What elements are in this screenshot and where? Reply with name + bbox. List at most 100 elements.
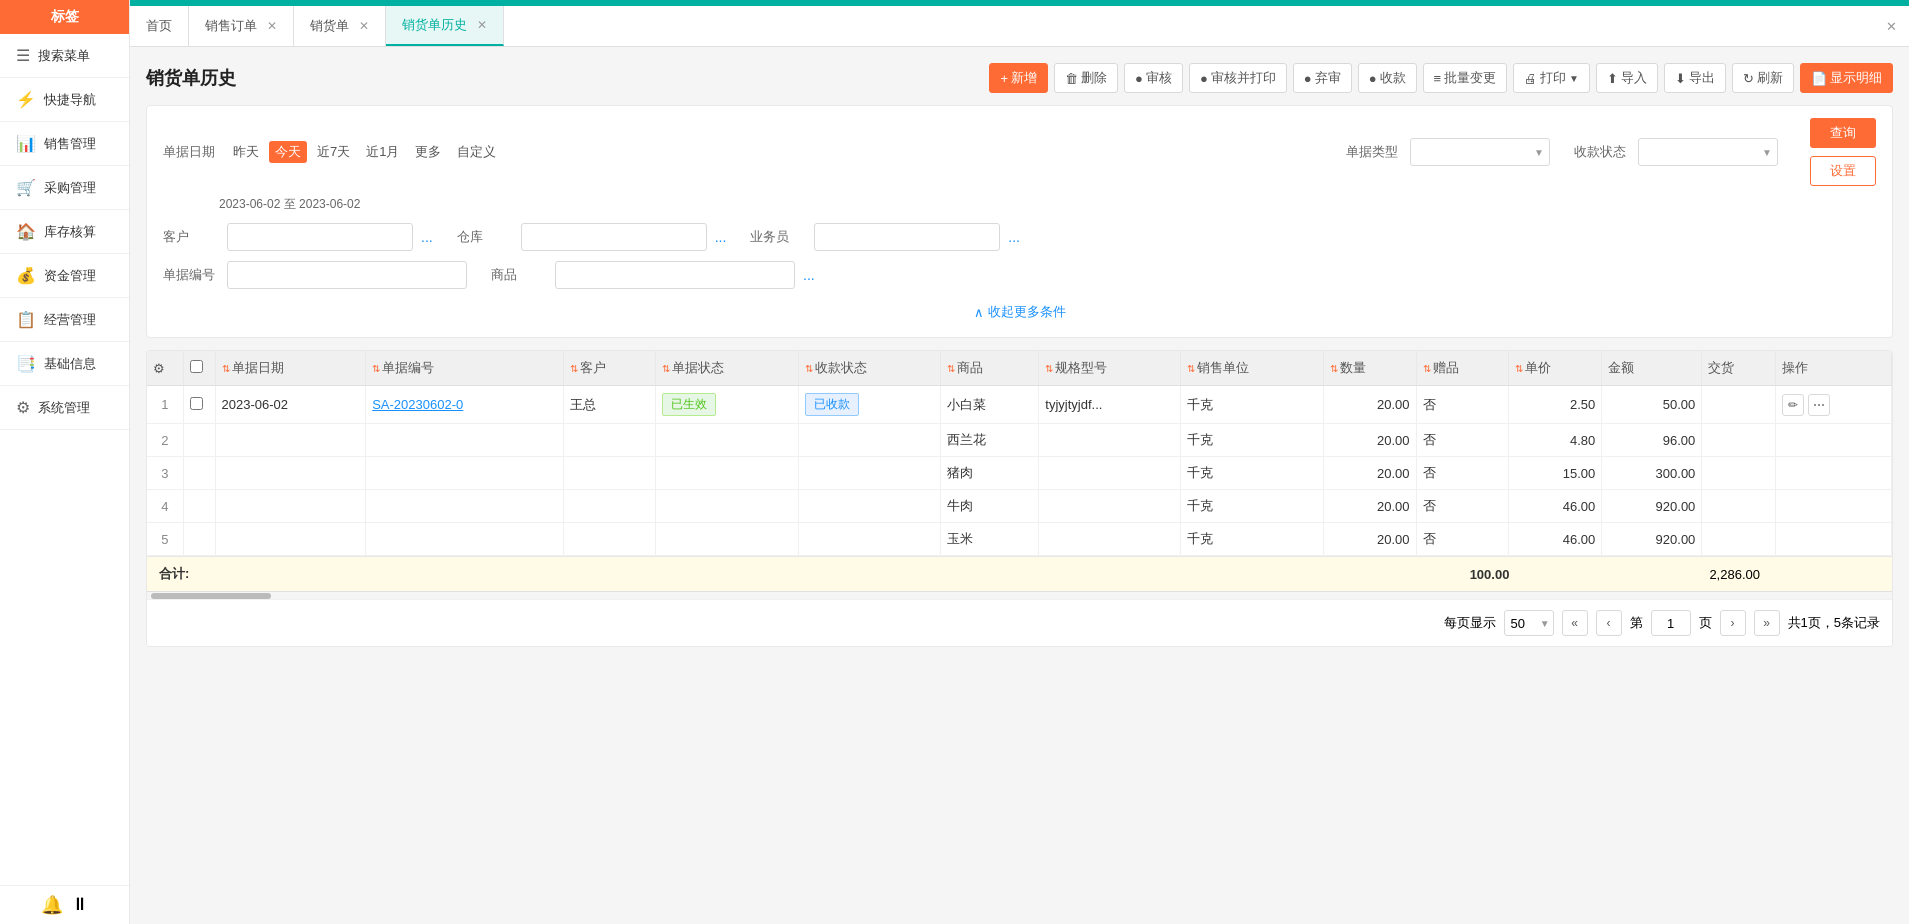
row-checkbox-cell[interactable] (183, 457, 215, 490)
row-docno-cell[interactable] (366, 523, 563, 556)
select-all-checkbox[interactable] (190, 360, 203, 373)
row-checkbox-cell[interactable] (183, 490, 215, 523)
print-button[interactable]: 🖨 打印 ▼ (1513, 63, 1590, 93)
col-unit[interactable]: ⇅销售单位 (1181, 351, 1323, 386)
row-checkbox[interactable] (190, 397, 203, 410)
staff-ellipsis-icon[interactable]: ... (1008, 229, 1020, 245)
customer-ellipsis-icon[interactable]: ... (421, 229, 433, 245)
show-detail-button[interactable]: 📄 显示明细 (1800, 63, 1893, 93)
collect-status-select[interactable] (1638, 138, 1778, 166)
col-gift[interactable]: ⇅赠品 (1416, 351, 1509, 386)
date-7days[interactable]: 近7天 (311, 141, 356, 163)
prev-page-button[interactable]: ‹ (1596, 610, 1622, 636)
horizontal-scrollbar[interactable] (147, 591, 1892, 599)
row-docno-cell[interactable]: SA-20230602-0 (366, 386, 563, 424)
row-num-cell: 2 (147, 424, 183, 457)
query-button[interactable]: 查询 (1810, 118, 1876, 148)
collapse-button[interactable]: ∧ 收起更多条件 (163, 299, 1876, 325)
abandon-label: 弃审 (1315, 69, 1341, 87)
doc-type-select[interactable] (1410, 138, 1550, 166)
sidebar-item-search-menu[interactable]: ☰ 搜索菜单 (0, 34, 129, 78)
tab-home[interactable]: 首页 (130, 6, 189, 46)
date-custom[interactable]: 自定义 (451, 141, 502, 163)
last-page-button[interactable]: » (1754, 610, 1780, 636)
delete-icon: 🗑 (1065, 71, 1078, 86)
row-docno-cell[interactable] (366, 490, 563, 523)
goods-input[interactable] (555, 261, 795, 289)
col-spec[interactable]: ⇅规格型号 (1039, 351, 1181, 386)
sidebar-item-basic-info[interactable]: 📑 基础信息 (0, 342, 129, 386)
more-button[interactable]: ⋯ (1808, 394, 1830, 416)
row-collectstatus-cell (798, 490, 940, 523)
col-settings[interactable]: ⚙ (147, 351, 183, 386)
warehouse-ellipsis-icon[interactable]: ... (715, 229, 727, 245)
next-page-button[interactable]: › (1720, 610, 1746, 636)
col-price[interactable]: ⇅单价 (1509, 351, 1602, 386)
sidebar-item-purchase-mgmt[interactable]: 🛒 采购管理 (0, 166, 129, 210)
col-doc-status[interactable]: ⇅单据状态 (656, 351, 798, 386)
import-icon: ⬆ (1607, 71, 1618, 86)
tab-sales-order-close[interactable]: ✕ (267, 19, 277, 33)
pause-icon[interactable]: ⏸ (71, 894, 89, 916)
col-transaction[interactable]: 交货 (1702, 351, 1776, 386)
col-date[interactable]: ⇅单据日期 (215, 351, 366, 386)
staff-input[interactable] (814, 223, 1000, 251)
tab-home-label: 首页 (146, 17, 172, 35)
tab-sales-delivery-close[interactable]: ✕ (359, 19, 369, 33)
refresh-button[interactable]: ↻ 刷新 (1732, 63, 1794, 93)
warehouse-input[interactable] (521, 223, 707, 251)
date-today[interactable]: 今天 (269, 141, 307, 163)
doc-no-link[interactable]: SA-20230602-0 (372, 397, 463, 412)
sidebar-item-sales-mgmt[interactable]: 📊 销售管理 (0, 122, 129, 166)
tab-sales-delivery[interactable]: 销货单 ✕ (294, 6, 386, 46)
date-yesterday[interactable]: 昨天 (227, 141, 265, 163)
sidebar-item-inventory[interactable]: 🏠 库存核算 (0, 210, 129, 254)
audit-button[interactable]: ● 审核 (1124, 63, 1183, 93)
first-page-button[interactable]: « (1562, 610, 1588, 636)
col-customer[interactable]: ⇅客户 (563, 351, 656, 386)
customer-input[interactable] (227, 223, 413, 251)
data-table-container: ⚙ ⇅单据日期 ⇅单据编号 ⇅客户 ⇅单据状态 ⇅收款状态 ⇅商品 ⇅规格型号 … (146, 350, 1893, 647)
sidebar-item-finance[interactable]: 💰 资金管理 (0, 254, 129, 298)
import-button[interactable]: ⬆ 导入 (1596, 63, 1658, 93)
per-page-select[interactable]: 50 10 20 100 (1504, 610, 1554, 636)
tab-bar-close[interactable]: ✕ (1874, 19, 1909, 34)
tab-sales-history-close[interactable]: ✕ (477, 18, 487, 32)
abandon-button[interactable]: ● 弃审 (1293, 63, 1352, 93)
row-checkbox-cell[interactable] (183, 424, 215, 457)
export-button[interactable]: ⬇ 导出 (1664, 63, 1726, 93)
new-button[interactable]: + 新增 (989, 63, 1048, 93)
tab-sales-order[interactable]: 销售订单 ✕ (189, 6, 294, 46)
page-number-input[interactable] (1651, 610, 1691, 636)
notification-icon[interactable]: 🔔 (41, 894, 63, 916)
sidebar-item-system-mgmt[interactable]: ⚙ 系统管理 (0, 386, 129, 430)
collect-button[interactable]: ● 收款 (1358, 63, 1417, 93)
date-month[interactable]: 近1月 (360, 141, 405, 163)
tab-sales-history[interactable]: 销货单历史 ✕ (386, 6, 504, 46)
row-checkbox-cell[interactable] (183, 386, 215, 424)
col-collect-status[interactable]: ⇅收款状态 (798, 351, 940, 386)
col-checkbox[interactable] (183, 351, 215, 386)
row-docno-cell[interactable] (366, 457, 563, 490)
col-amount[interactable]: 金额 (1602, 351, 1702, 386)
row-docno-cell[interactable] (366, 424, 563, 457)
doc-no-input[interactable] (227, 261, 467, 289)
col-doc-no[interactable]: ⇅单据编号 (366, 351, 563, 386)
audit-print-button[interactable]: ● 审核并打印 (1189, 63, 1287, 93)
settings-button[interactable]: 设置 (1810, 156, 1876, 186)
batch-change-button[interactable]: ≡ 批量变更 (1423, 63, 1508, 93)
page-header: 销货单历史 + 新增 🗑 删除 ● 审核 ● 审核并打印 (146, 63, 1893, 93)
scrollbar-thumb[interactable] (151, 593, 271, 599)
col-goods[interactable]: ⇅商品 (940, 351, 1039, 386)
sidebar-item-quick-nav[interactable]: ⚡ 快捷导航 (0, 78, 129, 122)
delete-button[interactable]: 🗑 删除 (1054, 63, 1118, 93)
row-amount-cell: 96.00 (1602, 424, 1702, 457)
goods-ellipsis-icon[interactable]: ... (803, 267, 815, 283)
sidebar-item-operations[interactable]: 📋 经营管理 (0, 298, 129, 342)
edit-button[interactable]: ✏ (1782, 394, 1804, 416)
row-checkbox-cell[interactable] (183, 523, 215, 556)
sidebar-logo[interactable]: 标签 (0, 0, 129, 34)
date-more[interactable]: 更多 (409, 141, 447, 163)
row-action-cell (1776, 523, 1892, 556)
col-qty[interactable]: ⇅数量 (1323, 351, 1416, 386)
